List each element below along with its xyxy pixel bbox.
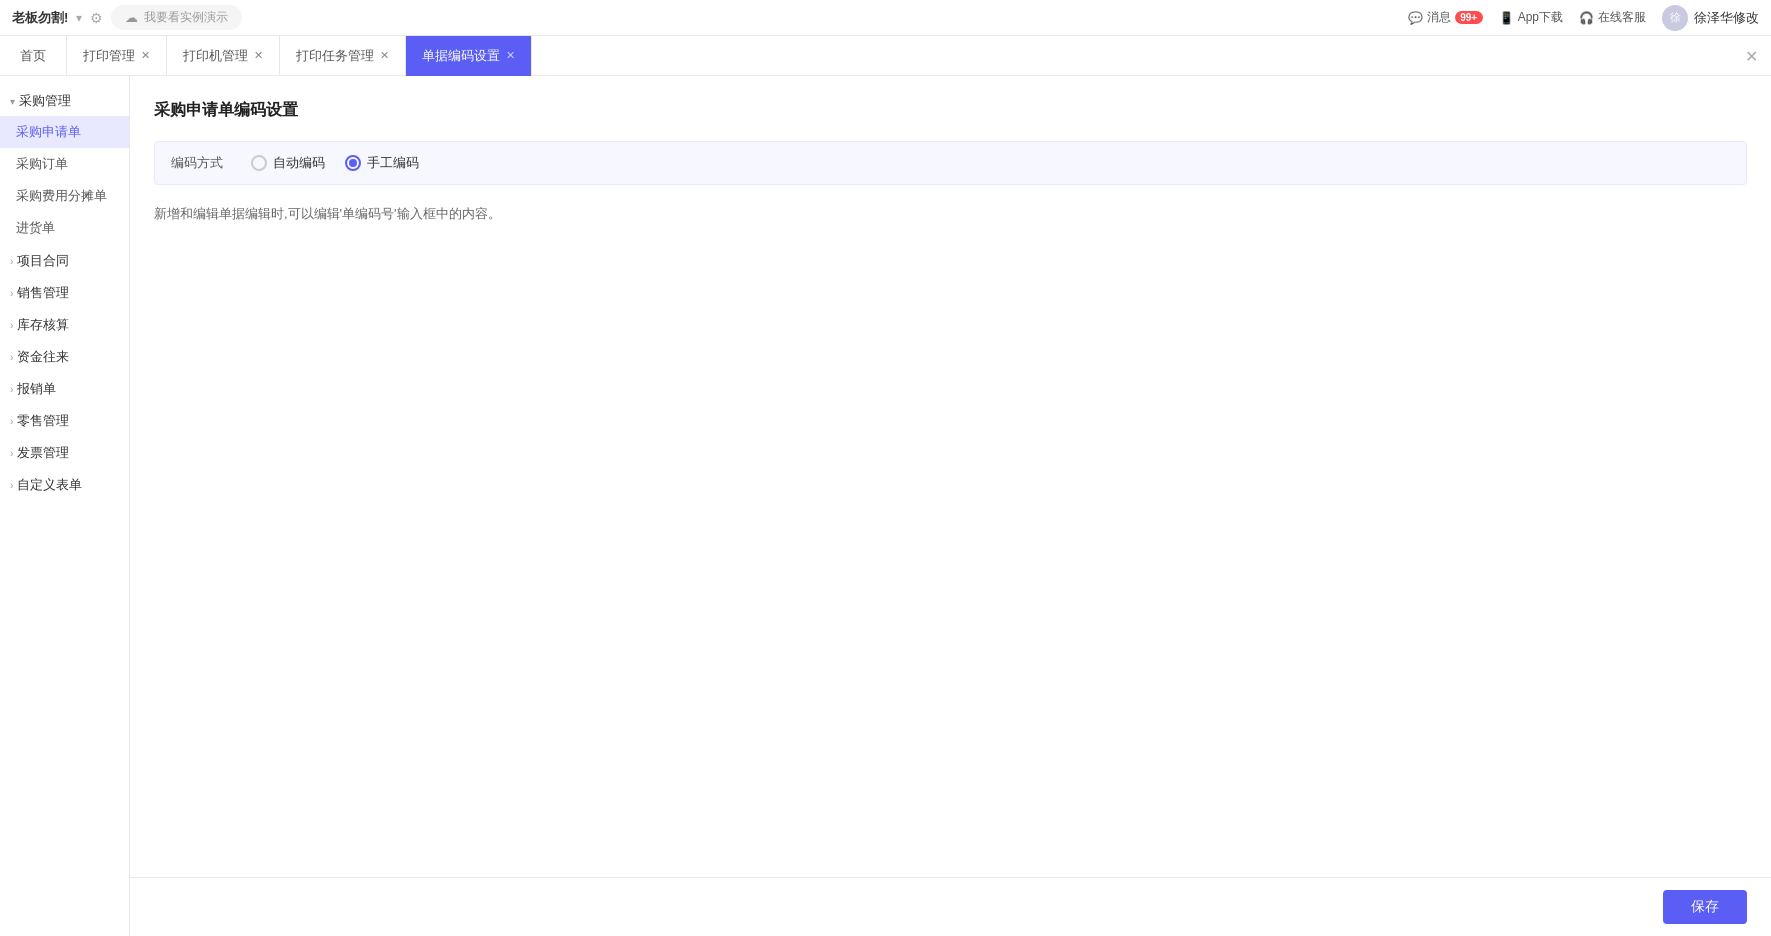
chevron-down-icon: ▾	[10, 96, 15, 107]
page-title: 采购申请单编码设置	[154, 100, 1747, 121]
footer-bar: 保存	[130, 877, 1771, 936]
online-service-button[interactable]: 🎧 在线客服	[1579, 9, 1646, 26]
chevron-right-icon-7: ›	[10, 448, 13, 459]
sidebar-group-returns: › 报销单	[0, 372, 129, 404]
sidebar-item-purchase-order[interactable]: 采购订单	[0, 148, 129, 180]
sidebar-group-inventory: › 库存核算	[0, 308, 129, 340]
sidebar-group-project-label: 项目合同	[17, 252, 69, 270]
search-bar[interactable]: ☁ 我要看实例演示	[111, 5, 242, 30]
tab-close-all-button[interactable]: ✕	[1731, 36, 1771, 76]
app-icon: 📱	[1499, 11, 1514, 25]
manual-encode-label: 手工编码	[367, 154, 419, 172]
tab-print-task-mgmt[interactable]: 打印任务管理 ✕	[280, 36, 406, 76]
tab-print-task-mgmt-close[interactable]: ✕	[380, 49, 389, 62]
manual-encode-option[interactable]: 手工编码	[345, 154, 419, 172]
tab-single-barcode-label: 单据编码设置	[422, 47, 500, 65]
avatar-text: 徐	[1670, 10, 1681, 25]
brand-name: 老板勿割!	[12, 9, 68, 27]
top-bar: 老板勿割! ▾ ⚙ ☁ 我要看实例演示 💬 消息 99+ 📱 App下载 🎧 在…	[0, 0, 1771, 36]
online-service-label: 在线客服	[1598, 9, 1646, 26]
sidebar-group-project: › 项目合同	[0, 244, 129, 276]
sidebar-group-custom-form-label: 自定义表单	[17, 476, 82, 494]
sidebar-group-purchase: ▾ 采购管理 采购申请单 采购订单 采购费用分摊单 进货单	[0, 84, 129, 244]
hint-text: 新增和编辑单据编辑时,可以编辑'单编码号'输入框中的内容。	[154, 205, 1747, 223]
sidebar-item-goods-receipt[interactable]: 进货单	[0, 212, 129, 244]
manual-encode-radio[interactable]	[345, 155, 361, 171]
sidebar-group-funds: › 资金往来	[0, 340, 129, 372]
sidebar-group-returns-header[interactable]: › 报销单	[0, 372, 129, 404]
app-download-button[interactable]: 📱 App下载	[1499, 9, 1563, 26]
sidebar-item-goods-receipt-label: 进货单	[16, 220, 55, 235]
sidebar-group-sales: › 销售管理	[0, 276, 129, 308]
sidebar-item-purchase-expense-label: 采购费用分摊单	[16, 188, 107, 203]
tab-single-barcode-setting[interactable]: 单据编码设置 ✕	[406, 36, 532, 76]
sidebar-group-retail: › 零售管理	[0, 404, 129, 436]
sidebar-group-purchase-label: 采购管理	[19, 92, 71, 110]
sidebar-group-funds-label: 资金往来	[17, 348, 69, 366]
top-bar-right: 💬 消息 99+ 📱 App下载 🎧 在线客服 徐 徐泽华修改	[1408, 5, 1759, 31]
tab-single-barcode-close[interactable]: ✕	[506, 49, 515, 62]
sidebar-item-purchase-request-label: 采购申请单	[16, 124, 81, 139]
save-button[interactable]: 保存	[1663, 890, 1747, 924]
message-label: 消息	[1427, 9, 1451, 26]
sidebar-group-invoice-label: 发票管理	[17, 444, 69, 462]
tab-home-label: 首页	[20, 47, 46, 65]
chevron-right-icon-2: ›	[10, 288, 13, 299]
settings-icon[interactable]: ⚙	[90, 10, 103, 26]
avatar: 徐	[1662, 5, 1688, 31]
headset-icon: 🎧	[1579, 11, 1594, 25]
tab-printer-mgmt[interactable]: 打印机管理 ✕	[167, 36, 280, 76]
search-text: 我要看实例演示	[144, 9, 228, 26]
user-name: 徐泽华修改	[1694, 9, 1759, 27]
dropdown-icon[interactable]: ▾	[76, 11, 82, 25]
chevron-right-icon-3: ›	[10, 320, 13, 331]
encode-method-row: 编码方式 自动编码 手工编码	[154, 141, 1747, 185]
user-avatar-area[interactable]: 徐 徐泽华修改	[1662, 5, 1759, 31]
chevron-right-icon-8: ›	[10, 480, 13, 491]
sidebar-group-returns-label: 报销单	[17, 380, 56, 398]
sidebar-group-project-header[interactable]: › 项目合同	[0, 244, 129, 276]
sidebar-group-sales-header[interactable]: › 销售管理	[0, 276, 129, 308]
message-icon: 💬	[1408, 11, 1423, 25]
chevron-right-icon-5: ›	[10, 384, 13, 395]
encode-method-label: 编码方式	[171, 154, 223, 172]
message-button[interactable]: 💬 消息 99+	[1408, 9, 1483, 26]
tab-bar: 首页 打印管理 ✕ 打印机管理 ✕ 打印任务管理 ✕ 单据编码设置 ✕ ✕	[0, 36, 1771, 76]
content-area: 采购申请单编码设置 编码方式 自动编码 手工编码 新增和编辑单据编辑时,可以编辑…	[130, 76, 1771, 936]
sidebar-group-invoice: › 发票管理	[0, 436, 129, 468]
sidebar-group-sales-label: 销售管理	[17, 284, 69, 302]
tab-print-mgmt-close[interactable]: ✕	[141, 49, 150, 62]
auto-encode-radio[interactable]	[251, 155, 267, 171]
tab-print-mgmt-label: 打印管理	[83, 47, 135, 65]
chevron-right-icon-4: ›	[10, 352, 13, 363]
sidebar-group-inventory-label: 库存核算	[17, 316, 69, 334]
sidebar-item-purchase-expense[interactable]: 采购费用分摊单	[0, 180, 129, 212]
sidebar-item-purchase-request[interactable]: 采购申请单	[0, 116, 129, 148]
message-badge: 99+	[1455, 11, 1483, 24]
sidebar-group-invoice-header[interactable]: › 发票管理	[0, 436, 129, 468]
sidebar-group-retail-label: 零售管理	[17, 412, 69, 430]
chevron-right-icon-6: ›	[10, 416, 13, 427]
app-download-label: App下载	[1518, 9, 1563, 26]
auto-encode-option[interactable]: 自动编码	[251, 154, 325, 172]
tab-print-mgmt[interactable]: 打印管理 ✕	[67, 36, 167, 76]
sidebar: ▾ 采购管理 采购申请单 采购订单 采购费用分摊单 进货单 › 项目合同	[0, 76, 130, 936]
tab-printer-mgmt-close[interactable]: ✕	[254, 49, 263, 62]
sidebar-group-funds-header[interactable]: › 资金往来	[0, 340, 129, 372]
sidebar-group-inventory-header[interactable]: › 库存核算	[0, 308, 129, 340]
sidebar-item-purchase-order-label: 采购订单	[16, 156, 68, 171]
content-body: 采购申请单编码设置 编码方式 自动编码 手工编码 新增和编辑单据编辑时,可以编辑…	[130, 76, 1771, 877]
main-layout: ▾ 采购管理 采购申请单 采购订单 采购费用分摊单 进货单 › 项目合同	[0, 76, 1771, 936]
top-bar-left: 老板勿割! ▾ ⚙ ☁ 我要看实例演示	[12, 5, 242, 30]
sidebar-group-retail-header[interactable]: › 零售管理	[0, 404, 129, 436]
sidebar-group-custom-form-header[interactable]: › 自定义表单	[0, 468, 129, 500]
cloud-icon: ☁	[125, 10, 138, 25]
chevron-right-icon: ›	[10, 256, 13, 267]
auto-encode-label: 自动编码	[273, 154, 325, 172]
tab-print-task-mgmt-label: 打印任务管理	[296, 47, 374, 65]
tab-printer-mgmt-label: 打印机管理	[183, 47, 248, 65]
sidebar-group-custom-form: › 自定义表单	[0, 468, 129, 500]
sidebar-group-purchase-header[interactable]: ▾ 采购管理	[0, 84, 129, 116]
tab-home[interactable]: 首页	[0, 36, 67, 76]
